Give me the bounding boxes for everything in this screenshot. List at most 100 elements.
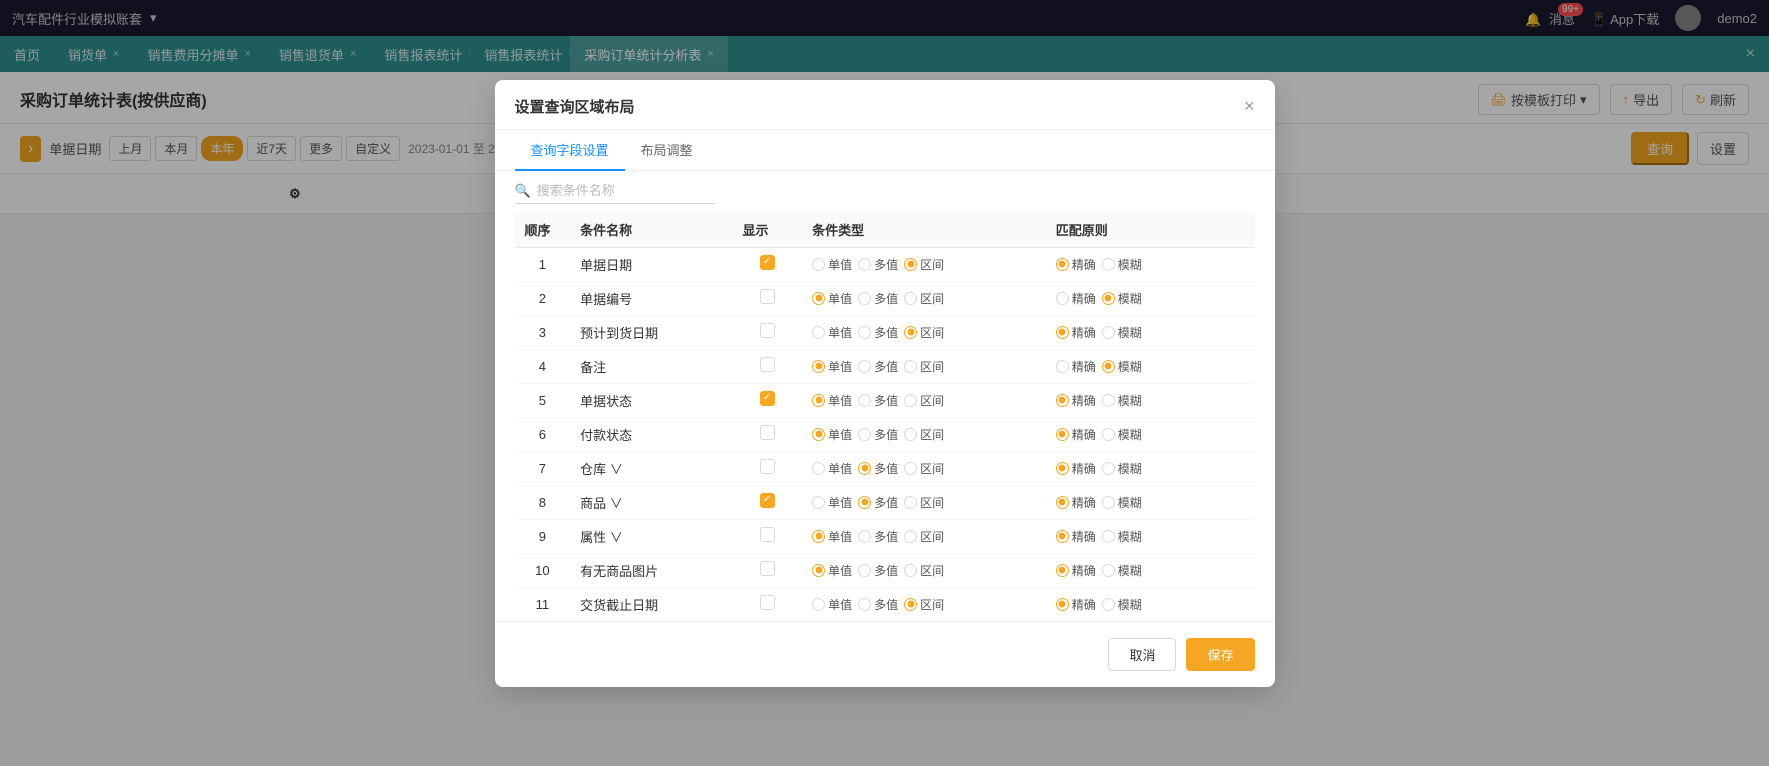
row-show-checkbox[interactable] xyxy=(733,519,803,553)
radio-wrap-match[interactable]: 精确 xyxy=(1056,392,1096,409)
radio-wrap-match[interactable]: 模糊 xyxy=(1102,426,1142,443)
radio-type-区间[interactable] xyxy=(904,462,917,475)
radio-wrap-type[interactable]: 多值 xyxy=(858,596,898,613)
radio-type-区间[interactable] xyxy=(904,496,917,509)
radio-type-单值[interactable] xyxy=(812,530,825,543)
radio-wrap-match[interactable]: 模糊 xyxy=(1102,324,1142,341)
radio-type-多值[interactable] xyxy=(858,292,871,305)
radio-type-多值[interactable] xyxy=(858,496,871,509)
radio-match-模糊[interactable] xyxy=(1102,258,1115,271)
radio-wrap-type[interactable]: 单值 xyxy=(812,562,852,579)
radio-wrap-type[interactable]: 单值 xyxy=(812,426,852,443)
dialog-tab-layout[interactable]: 布局调整 xyxy=(625,130,709,171)
radio-match-精确[interactable] xyxy=(1056,428,1069,441)
radio-wrap-type[interactable]: 多值 xyxy=(858,528,898,545)
checkbox[interactable] xyxy=(760,255,775,270)
radio-match-模糊[interactable] xyxy=(1102,496,1115,509)
radio-wrap-type[interactable]: 区间 xyxy=(904,256,944,273)
radio-wrap-type[interactable]: 区间 xyxy=(904,426,944,443)
radio-type-区间[interactable] xyxy=(904,564,917,577)
radio-type-区间[interactable] xyxy=(904,394,917,407)
radio-type-单值[interactable] xyxy=(812,292,825,305)
radio-wrap-type[interactable]: 区间 xyxy=(904,494,944,511)
row-show-checkbox[interactable] xyxy=(733,587,803,621)
radio-match-模糊[interactable] xyxy=(1102,428,1115,441)
radio-match-精确[interactable] xyxy=(1056,258,1069,271)
radio-match-模糊[interactable] xyxy=(1102,292,1115,305)
checkbox[interactable] xyxy=(760,289,775,304)
radio-wrap-type[interactable]: 单值 xyxy=(812,392,852,409)
checkbox[interactable] xyxy=(760,391,775,406)
radio-wrap-type[interactable]: 区间 xyxy=(904,460,944,477)
checkbox[interactable] xyxy=(760,595,775,610)
radio-type-多值[interactable] xyxy=(858,598,871,611)
radio-wrap-type[interactable]: 多值 xyxy=(858,392,898,409)
radio-type-多值[interactable] xyxy=(858,462,871,475)
radio-match-精确[interactable] xyxy=(1056,292,1069,305)
radio-wrap-type[interactable]: 区间 xyxy=(904,324,944,341)
row-show-checkbox[interactable] xyxy=(733,281,803,315)
radio-wrap-match[interactable]: 模糊 xyxy=(1102,358,1142,375)
radio-wrap-match[interactable]: 模糊 xyxy=(1102,596,1142,613)
radio-match-模糊[interactable] xyxy=(1102,360,1115,373)
radio-wrap-match[interactable]: 模糊 xyxy=(1102,392,1142,409)
radio-wrap-type[interactable]: 区间 xyxy=(904,392,944,409)
radio-type-多值[interactable] xyxy=(858,360,871,373)
radio-wrap-type[interactable]: 多值 xyxy=(858,324,898,341)
radio-wrap-match[interactable]: 精确 xyxy=(1056,494,1096,511)
radio-wrap-match[interactable]: 模糊 xyxy=(1102,494,1142,511)
radio-type-区间[interactable] xyxy=(904,360,917,373)
radio-wrap-type[interactable]: 区间 xyxy=(904,528,944,545)
radio-match-精确[interactable] xyxy=(1056,462,1069,475)
radio-match-精确[interactable] xyxy=(1056,394,1069,407)
radio-wrap-match[interactable]: 模糊 xyxy=(1102,562,1142,579)
radio-wrap-match[interactable]: 模糊 xyxy=(1102,460,1142,477)
radio-type-单值[interactable] xyxy=(812,326,825,339)
radio-wrap-type[interactable]: 单值 xyxy=(812,358,852,375)
radio-wrap-type[interactable]: 多值 xyxy=(858,562,898,579)
dialog-tab-query-fields[interactable]: 查询字段设置 xyxy=(515,130,625,171)
radio-wrap-match[interactable]: 精确 xyxy=(1056,562,1096,579)
checkbox[interactable] xyxy=(760,459,775,474)
radio-type-单值[interactable] xyxy=(812,394,825,407)
radio-match-精确[interactable] xyxy=(1056,598,1069,611)
radio-wrap-type[interactable]: 区间 xyxy=(904,290,944,307)
row-show-checkbox[interactable] xyxy=(733,485,803,519)
radio-wrap-match[interactable]: 精确 xyxy=(1056,256,1096,273)
radio-type-区间[interactable] xyxy=(904,258,917,271)
radio-wrap-type[interactable]: 多值 xyxy=(858,290,898,307)
radio-wrap-match[interactable]: 精确 xyxy=(1056,324,1096,341)
radio-wrap-type[interactable]: 多值 xyxy=(858,460,898,477)
radio-type-多值[interactable] xyxy=(858,394,871,407)
radio-match-模糊[interactable] xyxy=(1102,564,1115,577)
radio-type-单值[interactable] xyxy=(812,598,825,611)
radio-wrap-match[interactable]: 模糊 xyxy=(1102,256,1142,273)
radio-match-模糊[interactable] xyxy=(1102,530,1115,543)
radio-type-单值[interactable] xyxy=(812,258,825,271)
radio-wrap-type[interactable]: 多值 xyxy=(858,494,898,511)
radio-match-精确[interactable] xyxy=(1056,564,1069,577)
radio-type-多值[interactable] xyxy=(858,428,871,441)
radio-wrap-match[interactable]: 精确 xyxy=(1056,426,1096,443)
checkbox[interactable] xyxy=(760,425,775,440)
radio-wrap-type[interactable]: 单值 xyxy=(812,256,852,273)
radio-wrap-type[interactable]: 多值 xyxy=(858,358,898,375)
radio-match-精确[interactable] xyxy=(1056,496,1069,509)
row-show-checkbox[interactable] xyxy=(733,451,803,485)
cancel-btn[interactable]: 取消 xyxy=(1108,638,1176,671)
checkbox[interactable] xyxy=(760,323,775,338)
row-show-checkbox[interactable] xyxy=(733,315,803,349)
radio-wrap-type[interactable]: 单值 xyxy=(812,528,852,545)
radio-type-多值[interactable] xyxy=(858,530,871,543)
checkbox[interactable] xyxy=(760,561,775,576)
radio-wrap-match[interactable]: 精确 xyxy=(1056,596,1096,613)
radio-type-单值[interactable] xyxy=(812,462,825,475)
row-show-checkbox[interactable] xyxy=(733,553,803,587)
radio-match-模糊[interactable] xyxy=(1102,598,1115,611)
radio-type-区间[interactable] xyxy=(904,292,917,305)
search-input[interactable] xyxy=(537,183,707,198)
radio-match-精确[interactable] xyxy=(1056,360,1069,373)
radio-type-单值[interactable] xyxy=(812,496,825,509)
radio-match-模糊[interactable] xyxy=(1102,462,1115,475)
radio-wrap-match[interactable]: 精确 xyxy=(1056,358,1096,375)
